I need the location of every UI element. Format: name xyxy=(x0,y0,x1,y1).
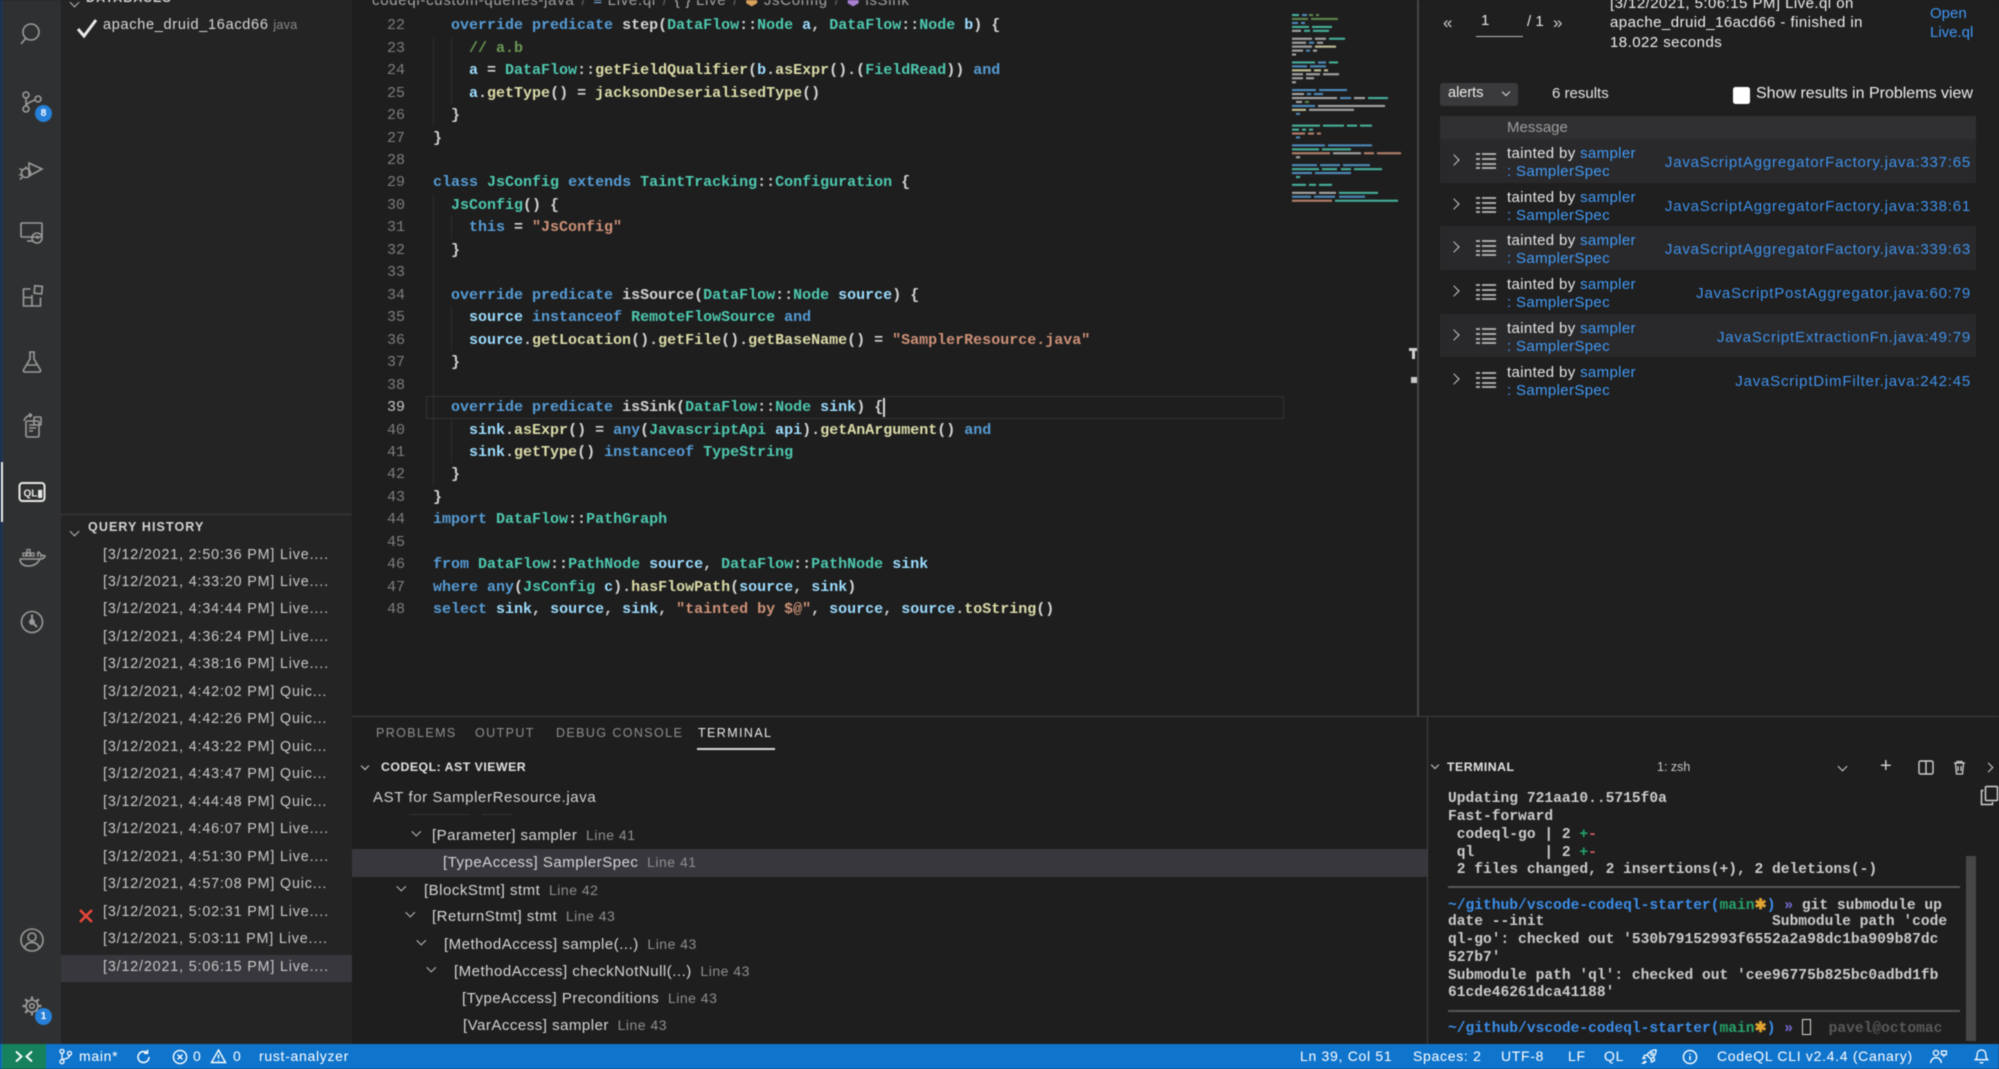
svg-text:QL▮: QL▮ xyxy=(24,489,43,500)
